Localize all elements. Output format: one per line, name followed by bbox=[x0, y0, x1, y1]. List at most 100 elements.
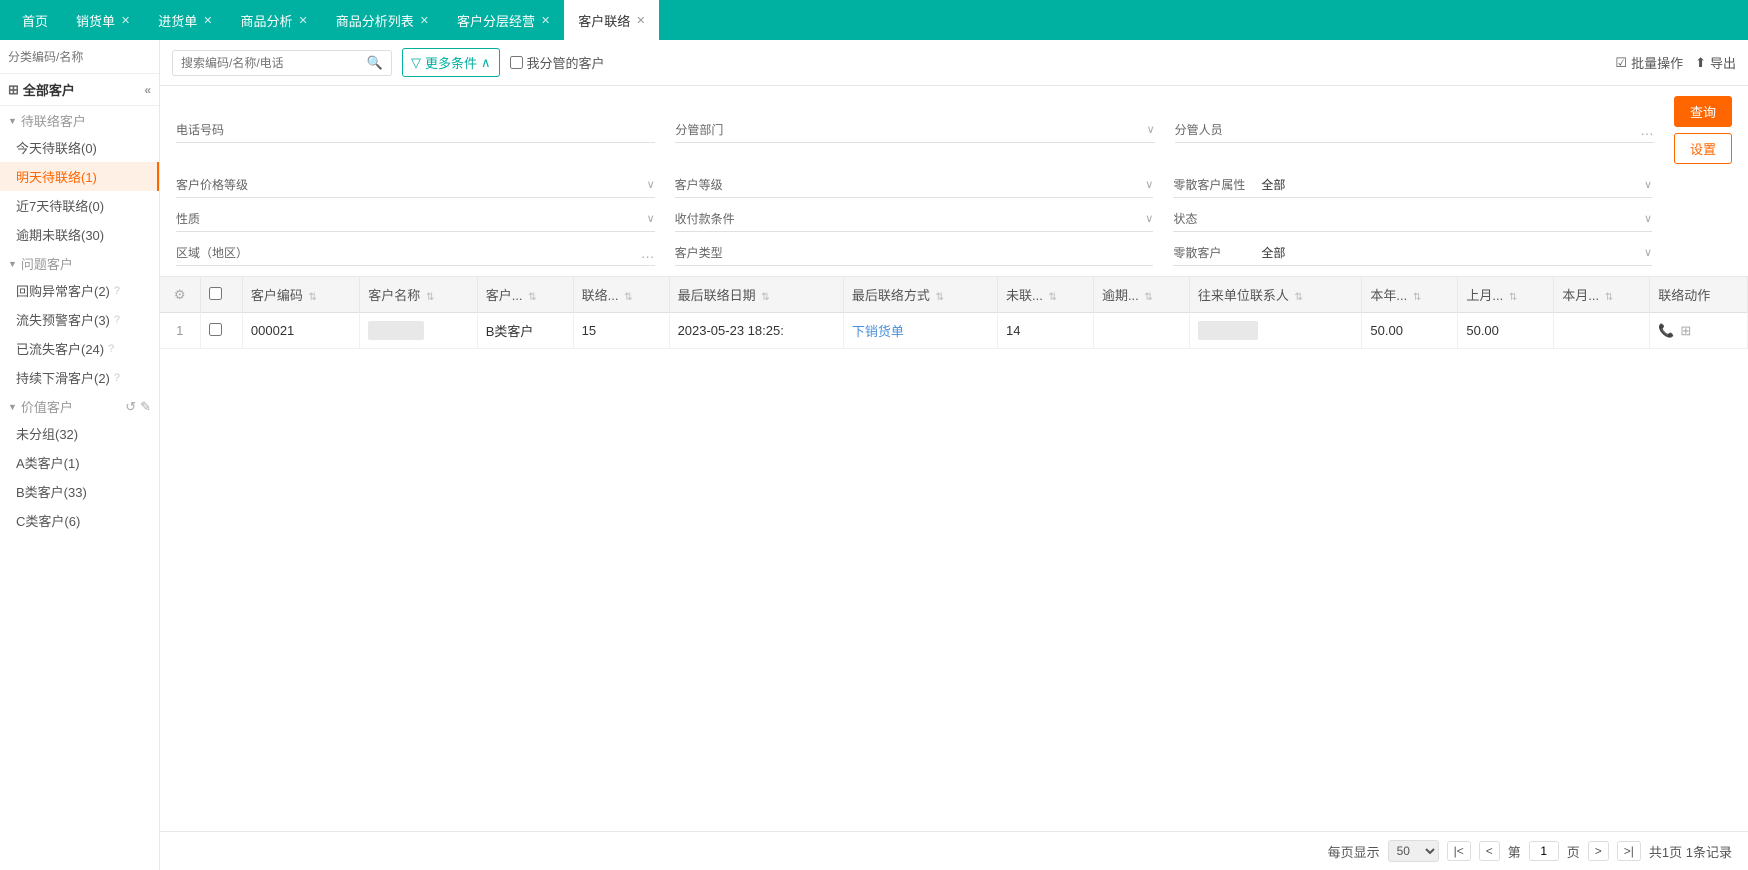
filter-payment-field[interactable]: 收付款条件 ∨ bbox=[675, 206, 1154, 232]
nav-product-analysis-list[interactable]: 商品分析列表 ✕ bbox=[322, 0, 443, 40]
filter-customer-type-field[interactable]: 客户类型 bbox=[675, 240, 1154, 266]
pending-section-label: 待联络客户 bbox=[0, 106, 159, 133]
sort-icon-class[interactable]: ⇅ bbox=[528, 292, 536, 303]
filter-price-level-field[interactable]: 客户价格等级 ∨ bbox=[176, 172, 655, 198]
contact-method-link[interactable]: 下销货单 bbox=[852, 324, 904, 339]
filter-phone-input[interactable] bbox=[254, 123, 655, 137]
sort-icon-code[interactable]: ⇅ bbox=[309, 292, 317, 303]
filter-search-icon[interactable]: 🔍 bbox=[367, 55, 383, 71]
refresh-icon[interactable]: ↺ bbox=[125, 399, 136, 415]
td-last-month: 50.00 bbox=[1458, 313, 1554, 349]
settings-btn[interactable]: 设置 bbox=[1674, 133, 1732, 164]
nav-product-analysis[interactable]: 商品分析 ✕ bbox=[226, 0, 321, 40]
sidebar-item-today-pending[interactable]: 今天待联络(0) bbox=[0, 133, 159, 162]
first-page-btn[interactable]: |< bbox=[1447, 841, 1471, 861]
filter-region-field[interactable]: 区域（地区） … bbox=[176, 240, 655, 266]
sidebar-item-class-b[interactable]: B类客户(33) bbox=[0, 477, 159, 506]
td-this-year: 50.00 bbox=[1362, 313, 1458, 349]
sidebar-item-tomorrow-pending[interactable]: 明天待联络(1) bbox=[0, 162, 159, 191]
prev-page-btn[interactable]: < bbox=[1479, 841, 1500, 861]
main-layout: 🔍 ⊞ 全部客户 « 待联络客户 今天待联络(0) 明天待联络(1) 近7天待联… bbox=[0, 40, 1748, 870]
filter-search-box: 🔍 bbox=[172, 50, 392, 76]
nav-sales-order-close[interactable]: ✕ bbox=[121, 14, 130, 27]
sidebar-item-repurchase-anomaly[interactable]: 回购异常客户(2) ? bbox=[0, 276, 159, 305]
sidebar-search-input[interactable] bbox=[8, 50, 160, 64]
filter-customer-type-label: 客户类型 bbox=[675, 244, 745, 261]
current-page-input[interactable] bbox=[1529, 841, 1559, 861]
my-customers-checkbox[interactable] bbox=[510, 56, 523, 69]
filter-search-input[interactable] bbox=[181, 56, 363, 70]
sidebar-item-declining-customers[interactable]: 持续下滑客户(2) ? bbox=[0, 363, 159, 392]
export-btn[interactable]: ⬆ 导出 bbox=[1695, 53, 1736, 72]
per-page-label: 每页显示 bbox=[1328, 842, 1380, 861]
sort-icon-contact[interactable]: ⇅ bbox=[624, 292, 632, 303]
sort-icon-method[interactable]: ⇅ bbox=[935, 292, 943, 303]
query-btn[interactable]: 查询 bbox=[1674, 96, 1732, 127]
edit-icon[interactable]: ✎ bbox=[140, 399, 151, 415]
sort-icon-overdue[interactable]: ⇅ bbox=[1144, 292, 1152, 303]
sort-icon-uncontacted[interactable]: ⇅ bbox=[1048, 292, 1056, 303]
action-more-icon[interactable]: ⊞ bbox=[1680, 323, 1691, 339]
sort-icon-lmonth[interactable]: ⇅ bbox=[1509, 292, 1517, 303]
sort-icon-unit[interactable]: ⇅ bbox=[1295, 292, 1303, 303]
td-last-contact-date: 2023-05-23 18:25: bbox=[669, 313, 843, 349]
th-gear: ⚙ bbox=[160, 277, 200, 313]
filter-manager-field[interactable]: 分管人员 … bbox=[1175, 117, 1654, 143]
filter-dept-label: 分管部门 bbox=[675, 121, 745, 138]
nav-product-analysis-close[interactable]: ✕ bbox=[299, 14, 308, 27]
action-phone-icon[interactable]: 📞 bbox=[1658, 323, 1674, 339]
filter-action-buttons: 查询 设置 bbox=[1674, 96, 1732, 164]
sidebar-item-class-c[interactable]: C类客户(6) bbox=[0, 506, 159, 535]
filter-customer-level-field[interactable]: 客户等级 ∨ bbox=[675, 172, 1154, 198]
sidebar-item-loss-warning[interactable]: 流失预警客户(3) ? bbox=[0, 305, 159, 334]
filter-retail-customer-value: 全部 bbox=[1261, 244, 1644, 261]
nav-purchase-order-close[interactable]: ✕ bbox=[203, 14, 212, 27]
sidebar-item-lost-customers[interactable]: 已流失客户(24) ? bbox=[0, 334, 159, 363]
help-icon-0: ? bbox=[114, 285, 120, 297]
sidebar-item-ungrouped[interactable]: 未分组(32) bbox=[0, 419, 159, 448]
top-nav: 首页 销货单 ✕ 进货单 ✕ 商品分析 ✕ 商品分析列表 ✕ 客户分层经营 ✕ … bbox=[0, 0, 1748, 40]
td-this-month bbox=[1554, 313, 1650, 349]
last-page-btn[interactable]: >| bbox=[1617, 841, 1641, 861]
th-last-contact-method: 最后联络方式 ⇅ bbox=[843, 277, 997, 313]
sidebar-all-customers[interactable]: ⊞ 全部客户 « bbox=[0, 74, 159, 106]
filter-nature-field[interactable]: 性质 ∨ bbox=[176, 206, 655, 232]
sidebar: 🔍 ⊞ 全部客户 « 待联络客户 今天待联络(0) 明天待联络(1) 近7天待联… bbox=[0, 40, 160, 870]
sidebar-item-7days-pending[interactable]: 近7天待联络(0) bbox=[0, 191, 159, 220]
sidebar-item-class-a[interactable]: A类客户(1) bbox=[0, 448, 159, 477]
sort-icon-tmonth[interactable]: ⇅ bbox=[1605, 292, 1613, 303]
nav-customer-contact-close[interactable]: ✕ bbox=[636, 14, 645, 27]
nav-product-analysis-list-close[interactable]: ✕ bbox=[420, 14, 429, 27]
row-checkbox-0[interactable] bbox=[209, 323, 222, 336]
nav-purchase-order[interactable]: 进货单 ✕ bbox=[144, 0, 226, 40]
value-section-label: 价值客户 ↺ ✎ bbox=[0, 392, 159, 419]
my-customers-checkbox-label[interactable]: 我分管的客户 bbox=[510, 53, 605, 72]
select-all-checkbox[interactable] bbox=[209, 287, 222, 300]
filter-status-field[interactable]: 状态 ∨ bbox=[1173, 206, 1652, 232]
help-icon-2: ? bbox=[108, 343, 114, 355]
nav-customer-contact[interactable]: 客户联络 ✕ bbox=[564, 0, 659, 40]
more-conditions-btn[interactable]: ▽ 更多条件 ∧ bbox=[402, 48, 500, 77]
sort-icon-name[interactable]: ⇅ bbox=[426, 292, 434, 303]
nav-sales-order[interactable]: 销货单 ✕ bbox=[62, 0, 144, 40]
nav-customer-segmentation[interactable]: 客户分层经营 ✕ bbox=[443, 0, 564, 40]
filter-row-4: 区域（地区） … 客户类型 零散客户 全部 ∨ bbox=[176, 240, 1732, 266]
export-icon: ⬆ bbox=[1695, 55, 1706, 71]
sidebar-item-overdue-pending[interactable]: 逾期未联络(30) bbox=[0, 220, 159, 249]
per-page-select[interactable]: 50 100 200 bbox=[1388, 840, 1439, 862]
next-page-btn[interactable]: > bbox=[1588, 841, 1609, 861]
th-customer-code: 客户编码 ⇅ bbox=[242, 277, 359, 313]
sort-icon-date[interactable]: ⇅ bbox=[761, 292, 769, 303]
nav-home[interactable]: 首页 bbox=[8, 0, 62, 40]
sidebar-collapse-btn[interactable]: « bbox=[144, 83, 151, 97]
filter-dept-field[interactable]: 分管部门 ∨ bbox=[675, 117, 1154, 143]
batch-op-btn[interactable]: ☑ 批量操作 bbox=[1615, 53, 1683, 72]
sort-icon-year[interactable]: ⇅ bbox=[1413, 292, 1421, 303]
filter-retail-customer-field[interactable]: 零散客户 全部 ∨ bbox=[1173, 240, 1652, 266]
filter-retail-attr-label: 零散客户属性 bbox=[1173, 176, 1253, 193]
filter-retail-attr-field[interactable]: 零散客户属性 全部 ∨ bbox=[1173, 172, 1652, 198]
th-checkbox bbox=[200, 277, 242, 313]
nav-customer-segmentation-close[interactable]: ✕ bbox=[541, 14, 550, 27]
filter-price-level-label: 客户价格等级 bbox=[176, 176, 248, 193]
gear-icon[interactable]: ⚙ bbox=[174, 287, 186, 302]
